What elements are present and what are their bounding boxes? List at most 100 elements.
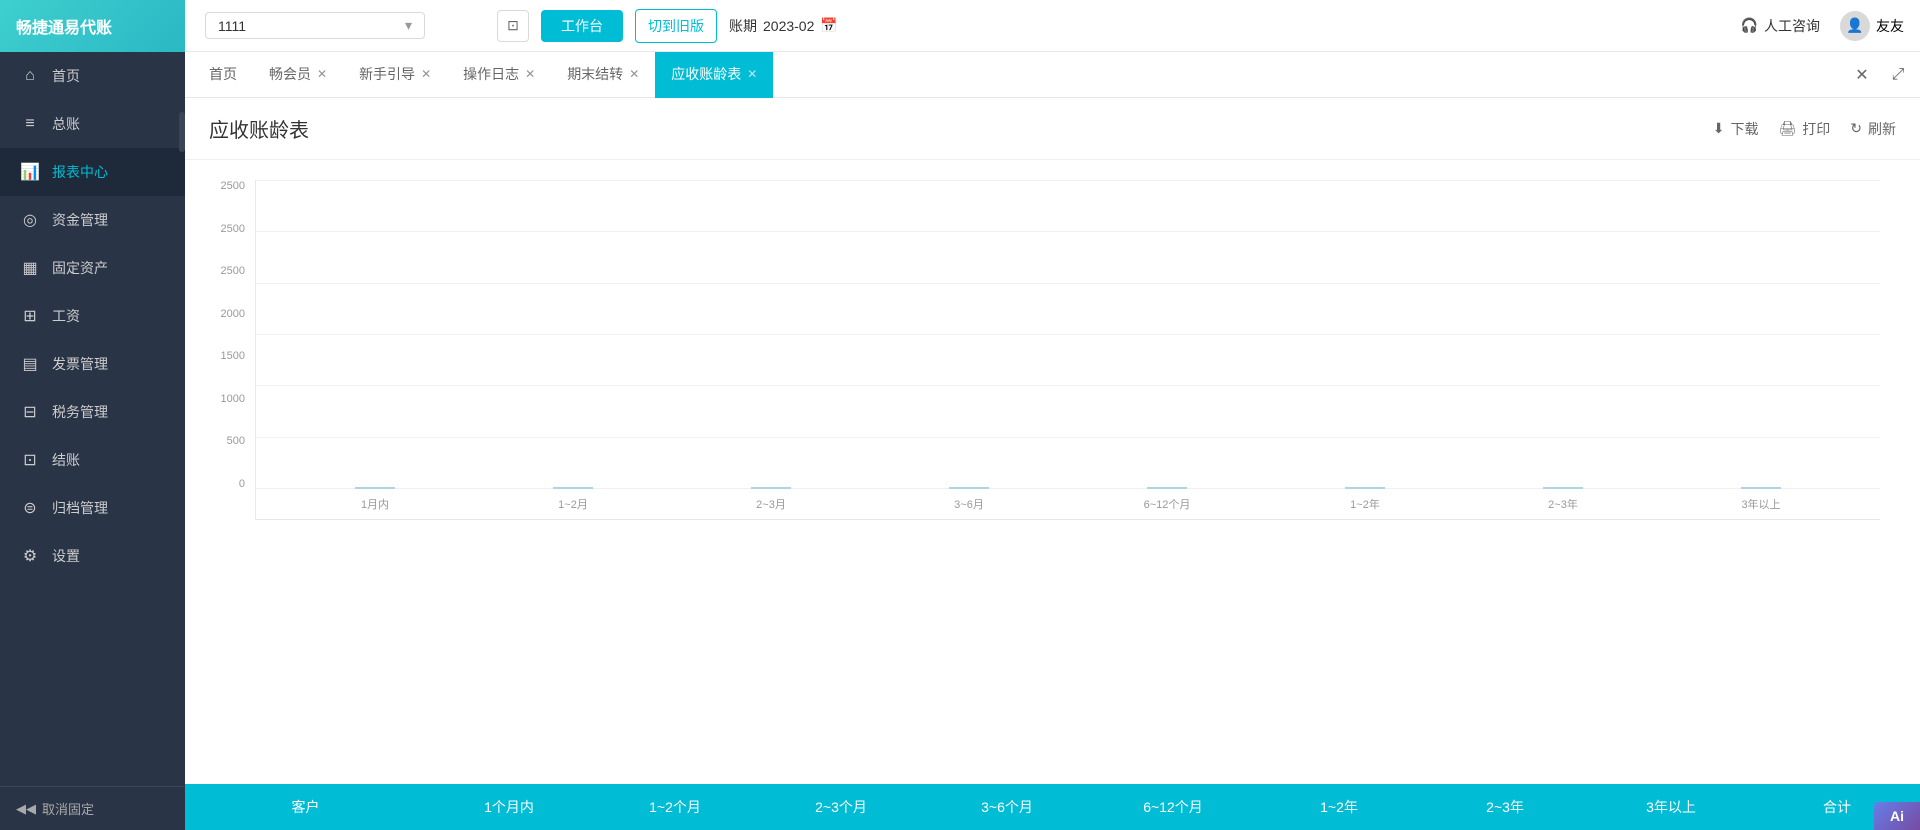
settings-icon: ⚙ xyxy=(20,546,40,566)
x-label-23y: 2~3年 xyxy=(1464,496,1662,512)
user-button[interactable]: 👤 友友 xyxy=(1840,11,1904,41)
assets-icon: ▦ xyxy=(20,258,40,278)
sidebar-item-reports[interactable]: 📊 报表中心 xyxy=(0,148,185,196)
copy-icon: ⊡ xyxy=(507,17,519,34)
y-label-1500: 1500 xyxy=(221,350,245,362)
sidebar-label-ledger: 总账 xyxy=(52,114,80,134)
sidebar-item-funds[interactable]: ◎ 资金管理 xyxy=(0,196,185,244)
refresh-icon: ↻ xyxy=(1850,120,1862,137)
y-label-500: 500 xyxy=(227,435,245,447)
invoice-icon: ▤ xyxy=(20,354,40,374)
th-12y: 1~2年 xyxy=(1256,797,1422,817)
header-actions: ⊡ 工作台 切到旧版 账期 2023-02 📅 xyxy=(497,9,838,43)
archive-icon: ⊜ xyxy=(20,498,40,518)
chart-area: 2500 2500 2500 2000 1500 1000 500 0 xyxy=(205,180,1880,520)
funds-icon: ◎ xyxy=(20,210,40,230)
company-selector[interactable]: 1111 ▾ xyxy=(205,12,425,39)
y-label-2500c: 2500 xyxy=(221,265,245,277)
y-label-2500b: 2500 xyxy=(221,223,245,235)
sidebar-label-archive: 归档管理 xyxy=(52,498,108,518)
sidebar-item-salary[interactable]: ⊞ 工资 xyxy=(0,292,185,340)
sidebar-item-settings[interactable]: ⚙ 设置 xyxy=(0,532,185,580)
x-label-12m: 1~2月 xyxy=(474,496,672,512)
user-label: 友友 xyxy=(1876,16,1904,36)
unpin-icon: ◀◀ xyxy=(16,801,36,817)
y-label-2500a: 2500 xyxy=(221,180,245,192)
salary-icon: ⊞ xyxy=(20,306,40,326)
th-612m: 6~12个月 xyxy=(1090,797,1256,817)
service-button[interactable]: 🎧 人工咨询 xyxy=(1741,16,1820,36)
download-icon: ⬇ xyxy=(1713,120,1725,137)
tab-aging-close[interactable]: ✕ xyxy=(747,67,757,81)
page-content: 应收账龄表 ⬇ 下载 🖨 打印 ↻ 刷新 xyxy=(185,98,1920,830)
x-label-23m: 2~3月 xyxy=(672,496,870,512)
th-3yplus: 3年以上 xyxy=(1588,797,1754,817)
page-toolbar: ⬇ 下载 🖨 打印 ↻ 刷新 xyxy=(1713,119,1896,139)
sidebar-label-reports: 报表中心 xyxy=(52,162,108,182)
tab-aging[interactable]: 应收账龄表 ✕ xyxy=(655,52,773,98)
workbench-button[interactable]: 工作台 xyxy=(541,10,623,42)
header: 畅捷通易代账 1111 ▾ ⊡ 工作台 切到旧版 账期 2023-02 📅 🎧 … xyxy=(0,0,1920,52)
refresh-button[interactable]: ↻ 刷新 xyxy=(1850,119,1896,139)
bars-container xyxy=(256,180,1880,489)
tab-home[interactable]: 首页 xyxy=(193,52,253,98)
download-button[interactable]: ⬇ 下载 xyxy=(1713,119,1759,139)
tab-member-label: 畅会员 xyxy=(269,64,311,84)
print-button[interactable]: 🖨 打印 xyxy=(1778,119,1830,139)
th-customer: 客户 xyxy=(185,797,426,817)
scrollbar[interactable] xyxy=(179,112,185,152)
company-selector-area: 1111 ▾ xyxy=(205,12,485,39)
ledger-icon: ≡ xyxy=(20,115,40,133)
ai-badge[interactable]: Ai xyxy=(1874,802,1920,830)
period-label: 账期 xyxy=(729,16,757,36)
main-layout: ⌂ 首页 ≡ 总账 📊 报表中心 ◎ 资金管理 ▦ 固定资产 ⊞ 工资 ▤ 发票… xyxy=(0,52,1920,830)
tab-actions: ✕ ⤢ xyxy=(1848,61,1912,89)
sidebar-item-tax[interactable]: ⊟ 税务管理 xyxy=(0,388,185,436)
sidebar-label-tax: 税务管理 xyxy=(52,402,108,422)
y-label-2000: 2000 xyxy=(221,308,245,320)
tab-guide-close[interactable]: ✕ xyxy=(421,67,431,81)
switch-version-button[interactable]: 切到旧版 xyxy=(635,9,717,43)
tab-member[interactable]: 畅会员 ✕ xyxy=(253,52,343,98)
tab-oplog[interactable]: 操作日志 ✕ xyxy=(447,52,551,98)
sidebar-item-assets[interactable]: ▦ 固定资产 xyxy=(0,244,185,292)
sidebar-item-ledger[interactable]: ≡ 总账 xyxy=(0,100,185,148)
logo-text: 畅捷通易代账 xyxy=(16,14,112,38)
tab-guide-label: 新手引导 xyxy=(359,64,415,84)
sidebar-label-checkout: 结账 xyxy=(52,450,80,470)
content-area: 首页 畅会员 ✕ 新手引导 ✕ 操作日志 ✕ 期末结转 ✕ 应收账龄表 ✕ xyxy=(185,52,1920,830)
sidebar-item-checkout[interactable]: ⊡ 结账 xyxy=(0,436,185,484)
tab-oplog-close[interactable]: ✕ xyxy=(525,67,535,81)
th-1m: 1个月内 xyxy=(426,797,592,817)
headset-icon: 🎧 xyxy=(1741,17,1758,34)
print-label: 打印 xyxy=(1802,119,1830,139)
sidebar-label-assets: 固定资产 xyxy=(52,258,108,278)
page-header: 应收账龄表 ⬇ 下载 🖨 打印 ↻ 刷新 xyxy=(185,98,1920,160)
copy-button[interactable]: ⊡ xyxy=(497,10,529,42)
chevron-down-icon: ▾ xyxy=(405,17,412,34)
x-label-612m: 6~12个月 xyxy=(1068,496,1266,512)
sidebar-label-salary: 工资 xyxy=(52,306,80,326)
tab-period-end-label: 期末结转 xyxy=(567,64,623,84)
close-all-button[interactable]: ✕ xyxy=(1848,61,1876,89)
user-icon: 👤 xyxy=(1846,17,1863,34)
tax-icon: ⊟ xyxy=(20,402,40,422)
tab-guide[interactable]: 新手引导 ✕ xyxy=(343,52,447,98)
page-title: 应收账龄表 xyxy=(209,114,309,143)
print-icon: 🖨 xyxy=(1778,120,1796,137)
tab-member-close[interactable]: ✕ xyxy=(317,67,327,81)
calendar-icon[interactable]: 📅 xyxy=(820,17,837,34)
x-label-3yplus: 3年以上 xyxy=(1662,496,1860,512)
th-23m: 2~3个月 xyxy=(758,797,924,817)
tab-home-label: 首页 xyxy=(209,64,237,84)
sidebar-item-invoice[interactable]: ▤ 发票管理 xyxy=(0,340,185,388)
sidebar-item-home[interactable]: ⌂ 首页 xyxy=(0,52,185,100)
th-36m: 3~6个月 xyxy=(924,797,1090,817)
expand-button[interactable]: ⤢ xyxy=(1884,61,1912,89)
sidebar-item-archive[interactable]: ⊜ 归档管理 xyxy=(0,484,185,532)
unpin-button[interactable]: ◀◀ 取消固定 xyxy=(0,786,185,830)
tab-period-end-close[interactable]: ✕ xyxy=(629,67,639,81)
tab-period-end[interactable]: 期末结转 ✕ xyxy=(551,52,655,98)
x-labels: 1月内 1~2月 2~3月 3~6月 6~12个月 1~2年 2~3年 3年以上 xyxy=(256,489,1880,519)
header-right: 🎧 人工咨询 👤 友友 xyxy=(1741,11,1904,41)
